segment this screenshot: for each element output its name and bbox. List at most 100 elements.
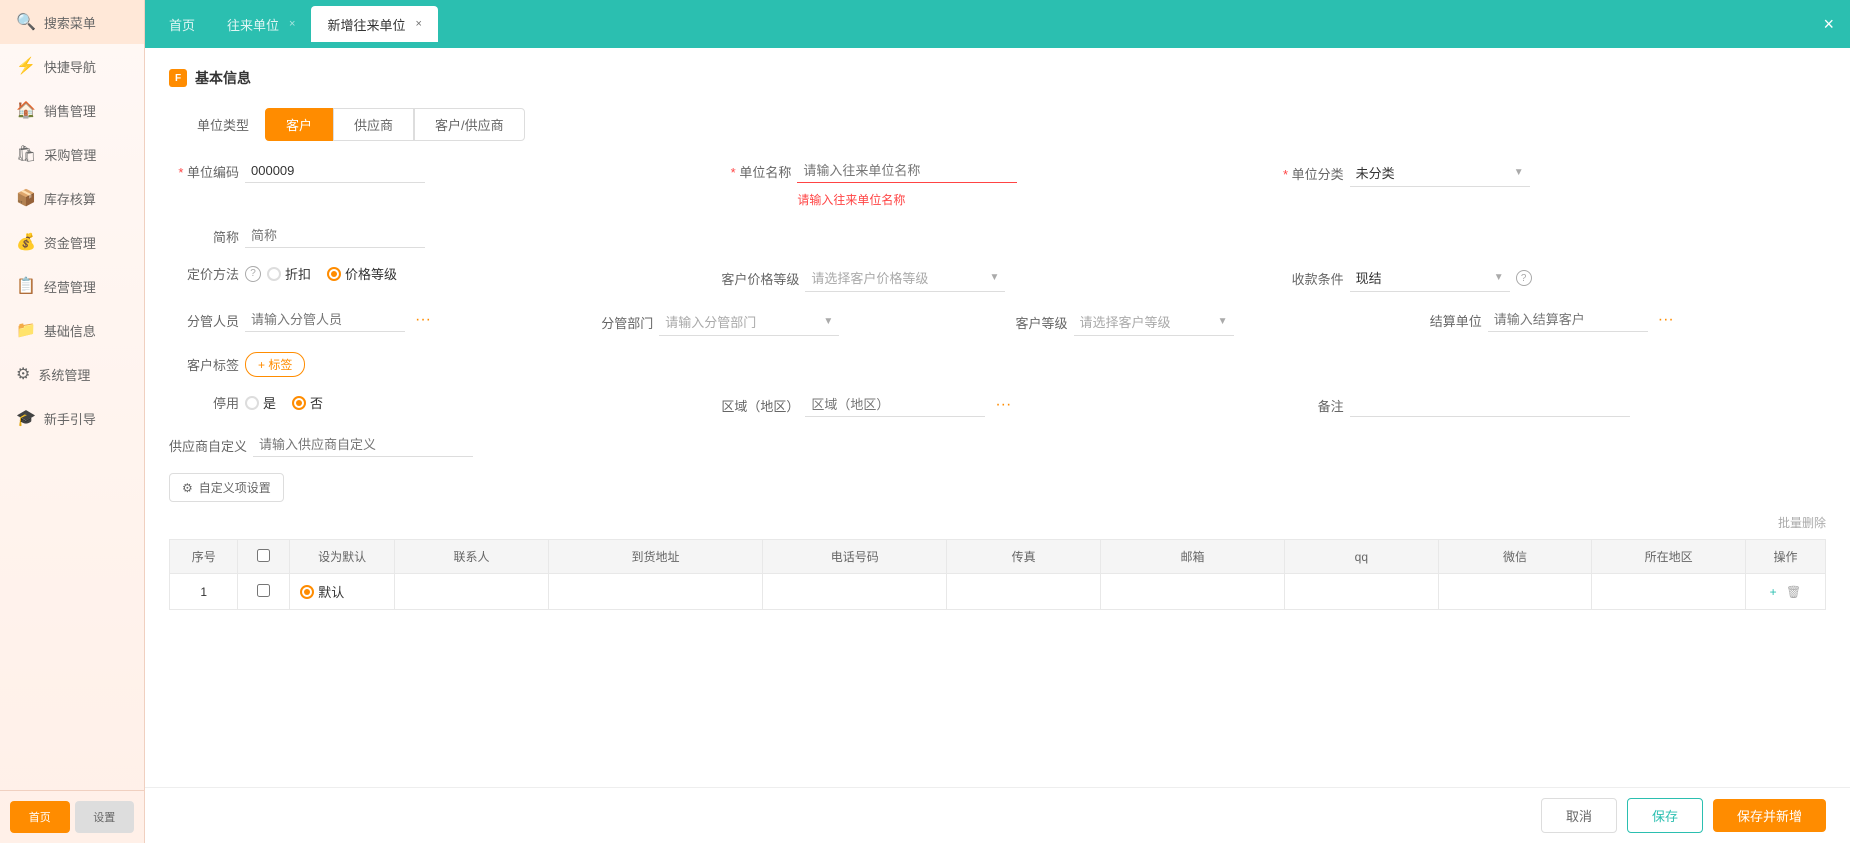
manager-input[interactable] bbox=[245, 308, 405, 332]
select-all-checkbox[interactable] bbox=[257, 549, 270, 562]
col-region: 所在地区 bbox=[1592, 540, 1746, 574]
sidebar-item-finance[interactable]: 💰 资金管理 bbox=[0, 220, 144, 264]
sidebar-item-purchase[interactable]: 🛍 采购管理 bbox=[0, 132, 144, 176]
delete-row-btn[interactable]: 🗑 bbox=[1786, 585, 1801, 599]
row-phone[interactable] bbox=[763, 574, 947, 610]
settlement-unit-input[interactable] bbox=[1488, 308, 1648, 332]
yes-label: 是 bbox=[263, 393, 276, 412]
row-address[interactable] bbox=[548, 574, 762, 610]
batch-delete-btn[interactable]: 批量删除 bbox=[1778, 514, 1826, 531]
row-default[interactable]: 默认 bbox=[290, 574, 395, 610]
disabled-radio-group: 是 否 bbox=[245, 393, 323, 412]
col-checkbox[interactable] bbox=[238, 540, 290, 574]
sidebar-item-label: 快捷导航 bbox=[44, 57, 96, 76]
add-row-btn[interactable]: + bbox=[1770, 585, 1777, 599]
fax-input[interactable] bbox=[984, 580, 1064, 603]
supplier-custom-input[interactable] bbox=[253, 433, 473, 457]
unit-type-customer-btn[interactable]: 客户 bbox=[265, 108, 333, 141]
region-field: 区域（地区） ··· bbox=[721, 393, 1273, 417]
sidebar-item-base-info[interactable]: 📁 基础信息 bbox=[0, 308, 144, 352]
main-area: 首页 往来单位 × 新增往来单位 × × F 基本信息 单位类型 客户 供应商 … bbox=[145, 0, 1850, 843]
settlement-unit-more-btn[interactable]: ··· bbox=[1654, 311, 1678, 329]
form-row-1: 单位编码 单位名称 请输入往来单位名称 单位分类 未分类 ▼ bbox=[169, 159, 1826, 208]
pricing-discount-radio[interactable]: 折扣 bbox=[267, 264, 311, 283]
col-action: 操作 bbox=[1745, 540, 1825, 574]
customer-price-level-select[interactable]: 请选择客户价格等级 ▼ bbox=[805, 264, 1005, 292]
unit-code-label: 单位编码 bbox=[169, 162, 239, 181]
disabled-label: 停用 bbox=[169, 393, 239, 412]
section-icon: F bbox=[169, 69, 187, 87]
sidebar-bottom: 首页 设置 bbox=[0, 790, 144, 843]
unit-code-input[interactable] bbox=[245, 159, 425, 183]
phone-input[interactable] bbox=[805, 580, 905, 603]
tab-partners-close-icon[interactable]: × bbox=[289, 18, 295, 30]
short-name-input[interactable] bbox=[245, 224, 425, 248]
row-email[interactable] bbox=[1100, 574, 1284, 610]
unit-name-input[interactable] bbox=[797, 159, 1017, 183]
sidebar-home-btn[interactable]: 首页 bbox=[10, 801, 70, 833]
row-checkbox-input[interactable] bbox=[257, 584, 270, 597]
sidebar-item-system[interactable]: ⚙ 系统管理 bbox=[0, 352, 144, 396]
disabled-yes-radio[interactable]: 是 bbox=[245, 393, 276, 412]
cancel-button[interactable]: 取消 bbox=[1541, 798, 1617, 833]
payment-terms-help-icon[interactable]: ? bbox=[1516, 270, 1532, 286]
tab-new-partner-close-icon[interactable]: × bbox=[415, 18, 421, 30]
customer-price-level-label: 客户价格等级 bbox=[721, 269, 799, 288]
save-button[interactable]: 保存 bbox=[1627, 798, 1703, 833]
manager-more-btn[interactable]: ··· bbox=[411, 311, 435, 329]
row-fax[interactable] bbox=[947, 574, 1101, 610]
email-input[interactable] bbox=[1143, 580, 1243, 603]
department-select[interactable]: 请输入分管部门 ▼ bbox=[659, 308, 839, 336]
bag-icon: 🛍 bbox=[16, 144, 36, 164]
sidebar-item-sales[interactable]: 🏠 销售管理 bbox=[0, 88, 144, 132]
row-checkbox[interactable] bbox=[238, 574, 290, 610]
sidebar-item-search[interactable]: 🔍 搜索菜单 bbox=[0, 0, 144, 44]
tab-new-partner[interactable]: 新增往来单位 × bbox=[311, 6, 437, 42]
region-more-btn[interactable]: ··· bbox=[991, 396, 1015, 414]
pricing-method-field: 定价方法 ? 折扣 价格等级 bbox=[169, 264, 721, 283]
wechat-input[interactable] bbox=[1475, 580, 1555, 603]
tab-partners[interactable]: 往来单位 × bbox=[211, 6, 311, 42]
address-input[interactable] bbox=[596, 580, 716, 603]
tab-home-label: 首页 bbox=[169, 15, 195, 34]
disabled-no-radio[interactable]: 否 bbox=[292, 393, 323, 412]
row-qq[interactable] bbox=[1285, 574, 1439, 610]
qq-input[interactable] bbox=[1321, 580, 1401, 603]
tab-new-partner-label: 新增往来单位 bbox=[327, 15, 405, 34]
save-new-button[interactable]: 保存并新增 bbox=[1713, 799, 1826, 832]
row-wechat[interactable] bbox=[1438, 574, 1592, 610]
row-default-radio[interactable]: 默认 bbox=[300, 582, 384, 601]
customer-tag-field: 客户标签 + 标签 bbox=[169, 352, 1826, 377]
tab-home[interactable]: 首页 bbox=[153, 6, 211, 42]
main-close-button[interactable]: × bbox=[1815, 14, 1842, 35]
supplier-custom-field: 供应商自定义 bbox=[169, 433, 1826, 457]
unit-type-both-btn[interactable]: 客户/供应商 bbox=[414, 108, 525, 141]
form-row-7: 供应商自定义 bbox=[169, 433, 1826, 457]
contact-input[interactable] bbox=[431, 580, 511, 603]
region-input[interactable] bbox=[805, 393, 985, 417]
pricing-level-radio[interactable]: 价格等级 bbox=[327, 264, 397, 283]
unit-name-error: 请输入往来单位名称 bbox=[797, 191, 905, 208]
row-region[interactable] bbox=[1592, 574, 1746, 610]
unit-type-supplier-btn[interactable]: 供应商 bbox=[333, 108, 414, 141]
sidebar-item-inventory[interactable]: 📦 库存核算 bbox=[0, 176, 144, 220]
remarks-input[interactable] bbox=[1350, 393, 1630, 417]
sidebar-item-quick-nav[interactable]: ⚡ 快捷导航 bbox=[0, 44, 144, 88]
pricing-method-help-icon[interactable]: ? bbox=[245, 266, 261, 282]
chevron-down-icon: ▼ bbox=[1218, 316, 1228, 327]
sidebar-settings-btn[interactable]: 设置 bbox=[75, 801, 135, 833]
add-tag-btn[interactable]: + 标签 bbox=[245, 352, 305, 377]
custom-settings-btn[interactable]: ⚙ 自定义项设置 bbox=[169, 473, 284, 502]
department-field: 分管部门 请输入分管部门 ▼ bbox=[583, 308, 997, 336]
payment-terms-select[interactable]: 现结 ▼ bbox=[1350, 264, 1510, 292]
sidebar-item-operation[interactable]: 📋 经营管理 bbox=[0, 264, 144, 308]
form-footer: 取消 保存 保存并新增 bbox=[145, 787, 1850, 843]
unit-category-select[interactable]: 未分类 ▼ bbox=[1350, 159, 1530, 187]
table-header-row: 序号 设为默认 联系人 到货地址 电话号码 传真 邮箱 qq 微信 所在地区 操… bbox=[170, 540, 1826, 574]
sidebar-item-guide[interactable]: 🎓 新手引导 bbox=[0, 396, 144, 440]
manager-label: 分管人员 bbox=[169, 311, 239, 330]
row-contact[interactable] bbox=[395, 574, 549, 610]
customer-level-select[interactable]: 请选择客户等级 ▼ bbox=[1074, 308, 1234, 336]
table-body: 1 默认 bbox=[170, 574, 1826, 610]
row-region-input[interactable] bbox=[1629, 580, 1709, 603]
